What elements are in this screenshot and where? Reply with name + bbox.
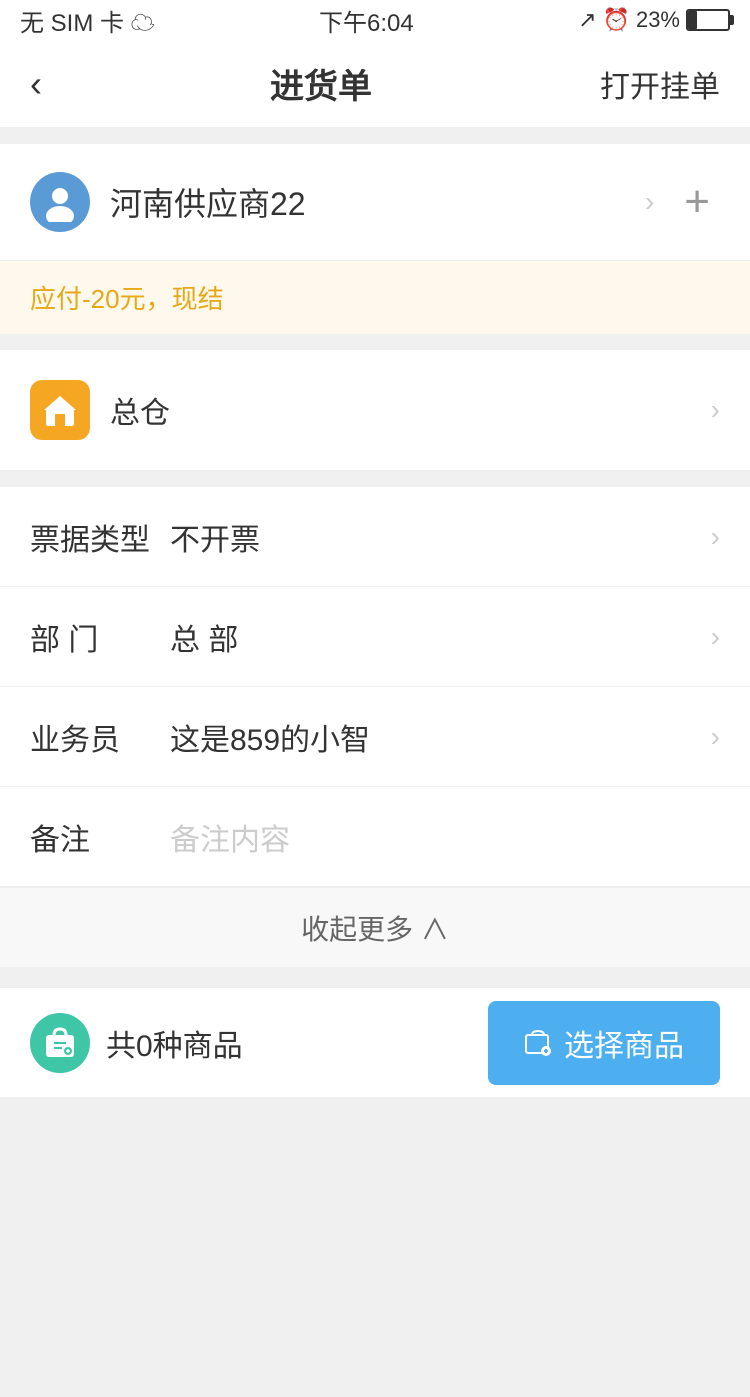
supplier-avatar bbox=[30, 172, 90, 232]
sim-label: 无 SIM 卡 ☁ bbox=[20, 3, 155, 38]
status-time: 下午6:04 bbox=[319, 3, 414, 38]
warehouse-chevron-icon: › bbox=[711, 394, 720, 426]
supplier-chevron-icon: › bbox=[645, 186, 654, 218]
supplier-actions: › + bbox=[645, 177, 720, 227]
form-row-salesperson[interactable]: 业务员 这是859的小智 › bbox=[0, 687, 750, 787]
remark-label: 备注 bbox=[30, 815, 170, 859]
invoice-type-value: 不开票 bbox=[170, 515, 711, 559]
product-count: 共0种商品 bbox=[106, 1021, 243, 1065]
warehouse-row[interactable]: 总仓 › bbox=[0, 350, 750, 471]
back-button[interactable]: ‹ bbox=[30, 63, 42, 105]
product-icon bbox=[42, 1025, 78, 1061]
salesperson-chevron-icon: › bbox=[711, 721, 720, 753]
status-left: 无 SIM 卡 ☁ bbox=[20, 3, 155, 38]
page-title: 进货单 bbox=[270, 59, 372, 108]
warehouse-icon-wrap bbox=[30, 380, 90, 440]
department-label: 部 门 bbox=[30, 615, 170, 659]
bottom-space bbox=[0, 1097, 750, 1397]
select-product-label: 选择商品 bbox=[564, 1021, 684, 1065]
location-icon: ↗ bbox=[578, 7, 596, 33]
collapse-bar[interactable]: 收起更多 ∧ bbox=[0, 887, 750, 967]
product-count-wrap: 共0种商品 bbox=[30, 1013, 243, 1073]
form-section: 票据类型 不开票 › 部 门 总 部 › 业务员 这是859的小智 › 备注 备… bbox=[0, 487, 750, 887]
open-pending-button[interactable]: 打开挂单 bbox=[600, 62, 720, 106]
supplier-section: 河南供应商22 › + 应付-20元，现结 bbox=[0, 144, 750, 334]
nav-bar: ‹ 进货单 打开挂单 bbox=[0, 40, 750, 128]
department-value: 总 部 bbox=[170, 615, 711, 659]
select-product-button[interactable]: 选择商品 bbox=[488, 1001, 720, 1085]
alarm-icon: ⏰ bbox=[603, 7, 630, 33]
invoice-type-label: 票据类型 bbox=[30, 515, 170, 559]
user-icon bbox=[40, 182, 80, 222]
product-icon-wrap bbox=[30, 1013, 90, 1073]
battery-label: 23% bbox=[636, 7, 680, 33]
department-chevron-icon: › bbox=[711, 621, 720, 653]
collapse-label: 收起更多 ∧ bbox=[301, 908, 449, 948]
salesperson-label: 业务员 bbox=[30, 715, 170, 759]
top-divider bbox=[0, 128, 750, 144]
status-right: ↗ ⏰ 23% bbox=[578, 7, 730, 33]
form-row-remark[interactable]: 备注 备注内容 bbox=[0, 787, 750, 887]
salesperson-value: 这是859的小智 bbox=[170, 715, 711, 759]
form-row-department[interactable]: 部 门 总 部 › bbox=[0, 587, 750, 687]
supplier-row[interactable]: 河南供应商22 › + bbox=[0, 144, 750, 261]
mid-divider2 bbox=[0, 471, 750, 487]
product-footer: 共0种商品 选择商品 bbox=[0, 987, 750, 1097]
form-row-invoice[interactable]: 票据类型 不开票 › bbox=[0, 487, 750, 587]
warehouse-section: 总仓 › bbox=[0, 350, 750, 471]
warehouse-label: 总仓 bbox=[110, 388, 711, 432]
remark-value: 备注内容 bbox=[170, 815, 720, 859]
warehouse-icon bbox=[42, 392, 78, 428]
notice-bar: 应付-20元，现结 bbox=[0, 261, 750, 334]
add-button[interactable]: + bbox=[674, 177, 720, 227]
invoice-chevron-icon: › bbox=[711, 521, 720, 553]
mid-divider3 bbox=[0, 967, 750, 987]
supplier-name: 河南供应商22 bbox=[110, 179, 645, 225]
status-bar: 无 SIM 卡 ☁ 下午6:04 ↗ ⏰ 23% bbox=[0, 0, 750, 40]
battery-icon bbox=[686, 9, 730, 31]
select-product-icon bbox=[524, 1029, 552, 1057]
mid-divider1 bbox=[0, 334, 750, 350]
